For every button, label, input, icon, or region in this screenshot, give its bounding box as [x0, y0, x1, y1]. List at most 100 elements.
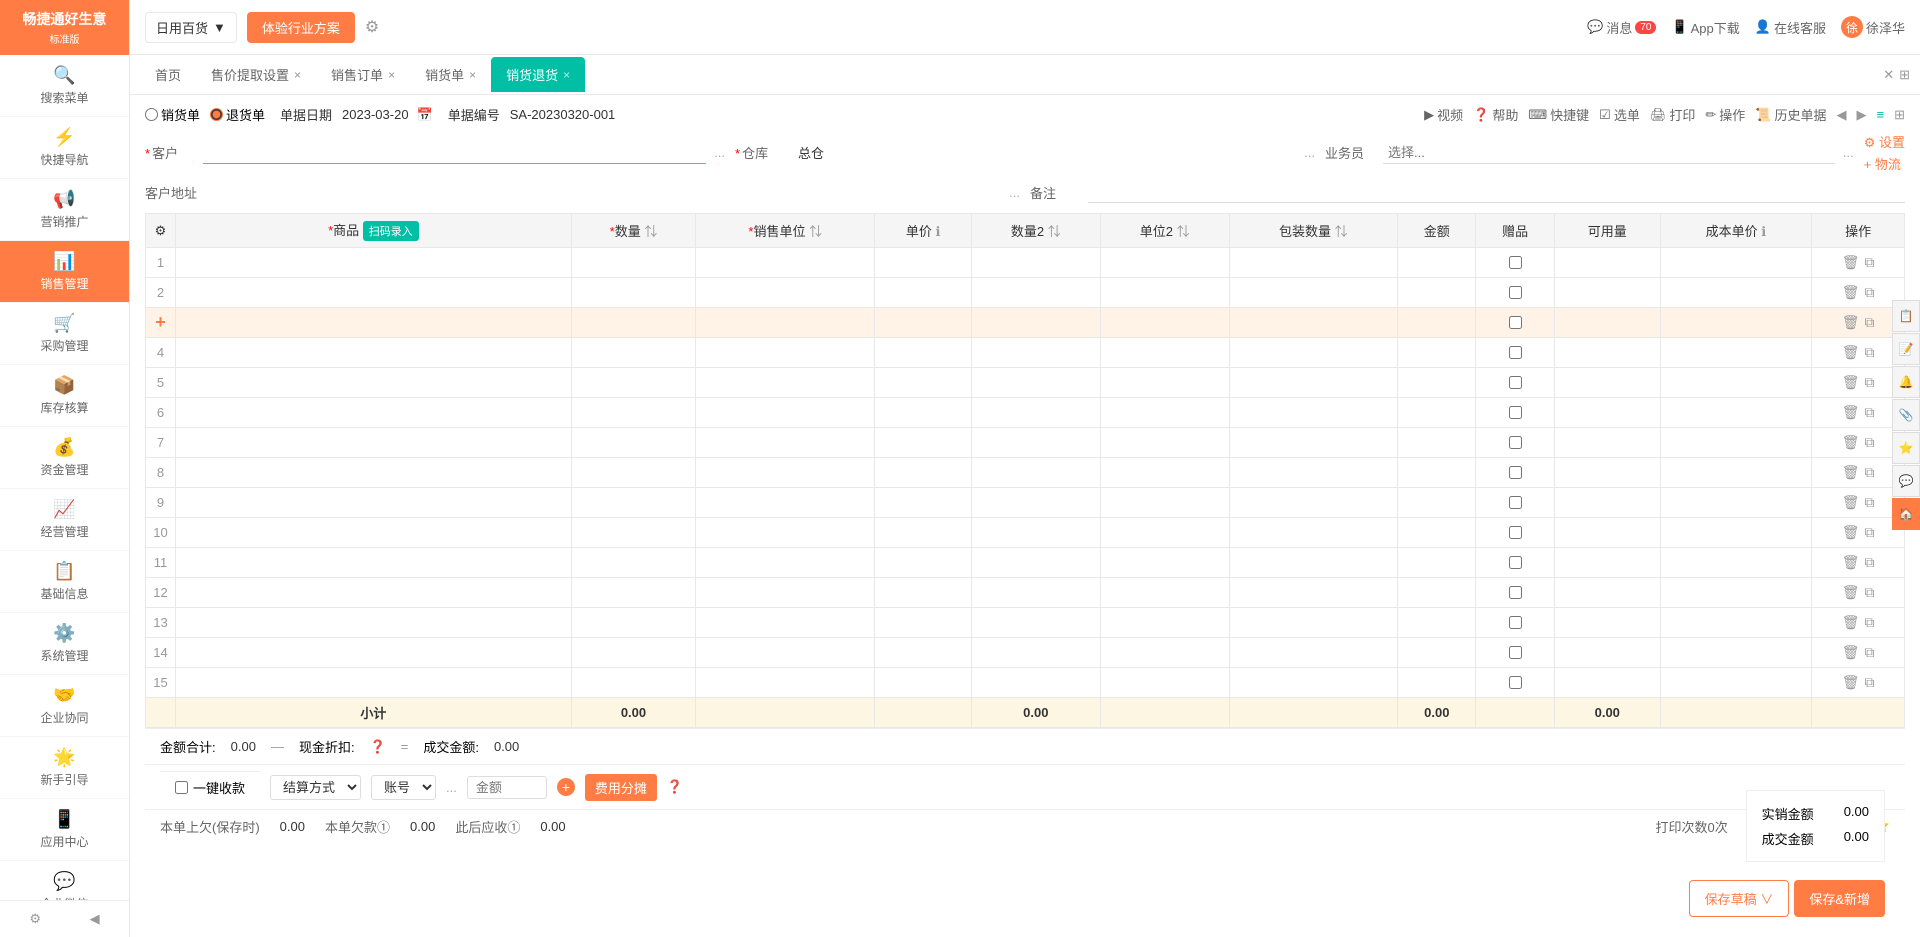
radio-sales-input[interactable]	[145, 108, 158, 121]
gift-cell[interactable]	[1476, 668, 1554, 698]
product-cell[interactable]	[176, 548, 572, 578]
package-qty-cell[interactable]	[1229, 338, 1398, 368]
sidebar-item-sales[interactable]: 📊 销售管理	[0, 241, 129, 303]
product-cell[interactable]	[176, 248, 572, 278]
product-input[interactable]	[181, 285, 566, 300]
quantity-cell[interactable]	[571, 248, 695, 278]
cost-price-cell[interactable]	[1660, 608, 1812, 638]
delete-btn[interactable]: 🗑	[1842, 494, 1860, 511]
unit-price-cell[interactable]	[875, 458, 971, 488]
gift-cell[interactable]	[1476, 338, 1554, 368]
copy-btn[interactable]: ⧉	[1865, 314, 1875, 331]
address-dots[interactable]: ...	[1009, 185, 1020, 200]
gift-cell[interactable]	[1476, 518, 1554, 548]
account-select[interactable]: 账号	[371, 775, 436, 800]
unit2-cell[interactable]	[1100, 578, 1229, 608]
cost-price-cell[interactable]	[1660, 278, 1812, 308]
amount-input[interactable]	[467, 776, 547, 799]
quantity2-cell[interactable]	[971, 278, 1100, 308]
quantity2-cell[interactable]	[971, 248, 1100, 278]
delete-btn[interactable]: 🗑	[1842, 614, 1860, 631]
package-qty-cell[interactable]	[1229, 458, 1398, 488]
cost-price-cell[interactable]	[1660, 638, 1812, 668]
available-cell[interactable]	[1554, 668, 1660, 698]
select-action[interactable]: ☑ 选单	[1599, 105, 1640, 124]
close-icon[interactable]: ×	[563, 68, 570, 82]
unit2-cell[interactable]	[1100, 368, 1229, 398]
amount-cell[interactable]	[1398, 248, 1476, 278]
product-cell[interactable]	[176, 428, 572, 458]
radio-return[interactable]: 退货单	[210, 105, 265, 124]
unit2-cell[interactable]	[1100, 308, 1229, 338]
cost-price-cell[interactable]	[1660, 668, 1812, 698]
unit-price-cell[interactable]	[875, 578, 971, 608]
warehouse-dots[interactable]: ...	[1304, 145, 1315, 160]
available-cell[interactable]	[1554, 428, 1660, 458]
gift-checkbox[interactable]	[1509, 646, 1522, 659]
gift-checkbox[interactable]	[1509, 406, 1522, 419]
quantity-cell[interactable]	[571, 578, 695, 608]
delete-btn[interactable]: 🗑	[1842, 374, 1860, 391]
cost-price-cell[interactable]	[1660, 578, 1812, 608]
sales-unit-cell[interactable]	[696, 608, 875, 638]
list-view-icon[interactable]: ≡	[1877, 107, 1885, 122]
cost-price-cell[interactable]	[1660, 458, 1812, 488]
unit-price-cell[interactable]	[875, 428, 971, 458]
close-icon[interactable]: ×	[469, 68, 476, 82]
copy-btn[interactable]: ⧉	[1865, 344, 1875, 361]
quantity-cell[interactable]	[571, 608, 695, 638]
quantity2-cell[interactable]	[971, 518, 1100, 548]
package-qty-cell[interactable]	[1229, 248, 1398, 278]
gift-cell[interactable]	[1476, 398, 1554, 428]
sales-unit-cell[interactable]	[696, 308, 875, 338]
sidebar-item-marketing[interactable]: 📢 营销推广	[0, 179, 129, 241]
product-input[interactable]	[181, 555, 566, 570]
package-qty-cell[interactable]	[1229, 638, 1398, 668]
available-cell[interactable]	[1554, 638, 1660, 668]
quantity-cell[interactable]	[571, 338, 695, 368]
sales-unit-cell[interactable]	[696, 248, 875, 278]
copy-btn[interactable]: ⧉	[1865, 464, 1875, 481]
unit-price-cell[interactable]	[875, 308, 971, 338]
product-cell[interactable]	[176, 578, 572, 608]
copy-btn[interactable]: ⧉	[1865, 644, 1875, 661]
quantity-cell[interactable]	[571, 278, 695, 308]
sidebar-item-purchase[interactable]: 🛒 采购管理	[0, 303, 129, 365]
gift-checkbox[interactable]	[1509, 496, 1522, 509]
gift-cell[interactable]	[1476, 638, 1554, 668]
rfp-attach[interactable]: 📎	[1892, 399, 1920, 431]
product-cell[interactable]	[176, 398, 572, 428]
rfp-star[interactable]: ⭐	[1892, 432, 1920, 464]
amount-cell[interactable]	[1398, 608, 1476, 638]
delete-btn[interactable]: 🗑	[1842, 314, 1860, 331]
nav-dropdown[interactable]: 日用百货 ▼	[145, 12, 237, 43]
package-qty-cell[interactable]	[1229, 368, 1398, 398]
package-qty-cell[interactable]	[1229, 608, 1398, 638]
experience-btn[interactable]: 体验行业方案	[247, 12, 355, 43]
radio-return-input[interactable]	[210, 108, 223, 121]
gift-cell[interactable]	[1476, 578, 1554, 608]
copy-btn[interactable]: ⧉	[1865, 614, 1875, 631]
unit2-cell[interactable]	[1100, 608, 1229, 638]
quantity-cell[interactable]	[571, 638, 695, 668]
gift-cell[interactable]	[1476, 368, 1554, 398]
copy-btn[interactable]: ⧉	[1865, 494, 1875, 511]
unit-price-cell[interactable]	[875, 368, 971, 398]
copy-btn[interactable]: ⧉	[1865, 584, 1875, 601]
available-cell[interactable]	[1554, 608, 1660, 638]
delete-btn[interactable]: 🗑	[1842, 404, 1860, 421]
sidebar-item-inventory[interactable]: 📦 库存核算	[0, 365, 129, 427]
gift-checkbox[interactable]	[1509, 556, 1522, 569]
customer-dots[interactable]: ...	[714, 145, 725, 160]
save-new-btn[interactable]: 保存&新增	[1794, 880, 1885, 917]
collapse-icon[interactable]: ◀	[90, 911, 100, 927]
delete-btn[interactable]: 🗑	[1842, 344, 1860, 361]
product-input[interactable]	[181, 435, 566, 450]
gift-checkbox[interactable]	[1509, 346, 1522, 359]
sidebar-item-finance[interactable]: 💰 资金管理	[0, 427, 129, 489]
rfp-chat[interactable]: 💬	[1892, 465, 1920, 497]
gift-cell[interactable]	[1476, 428, 1554, 458]
gift-cell[interactable]	[1476, 308, 1554, 338]
gift-checkbox[interactable]	[1509, 436, 1522, 449]
sales-unit-cell[interactable]	[696, 398, 875, 428]
